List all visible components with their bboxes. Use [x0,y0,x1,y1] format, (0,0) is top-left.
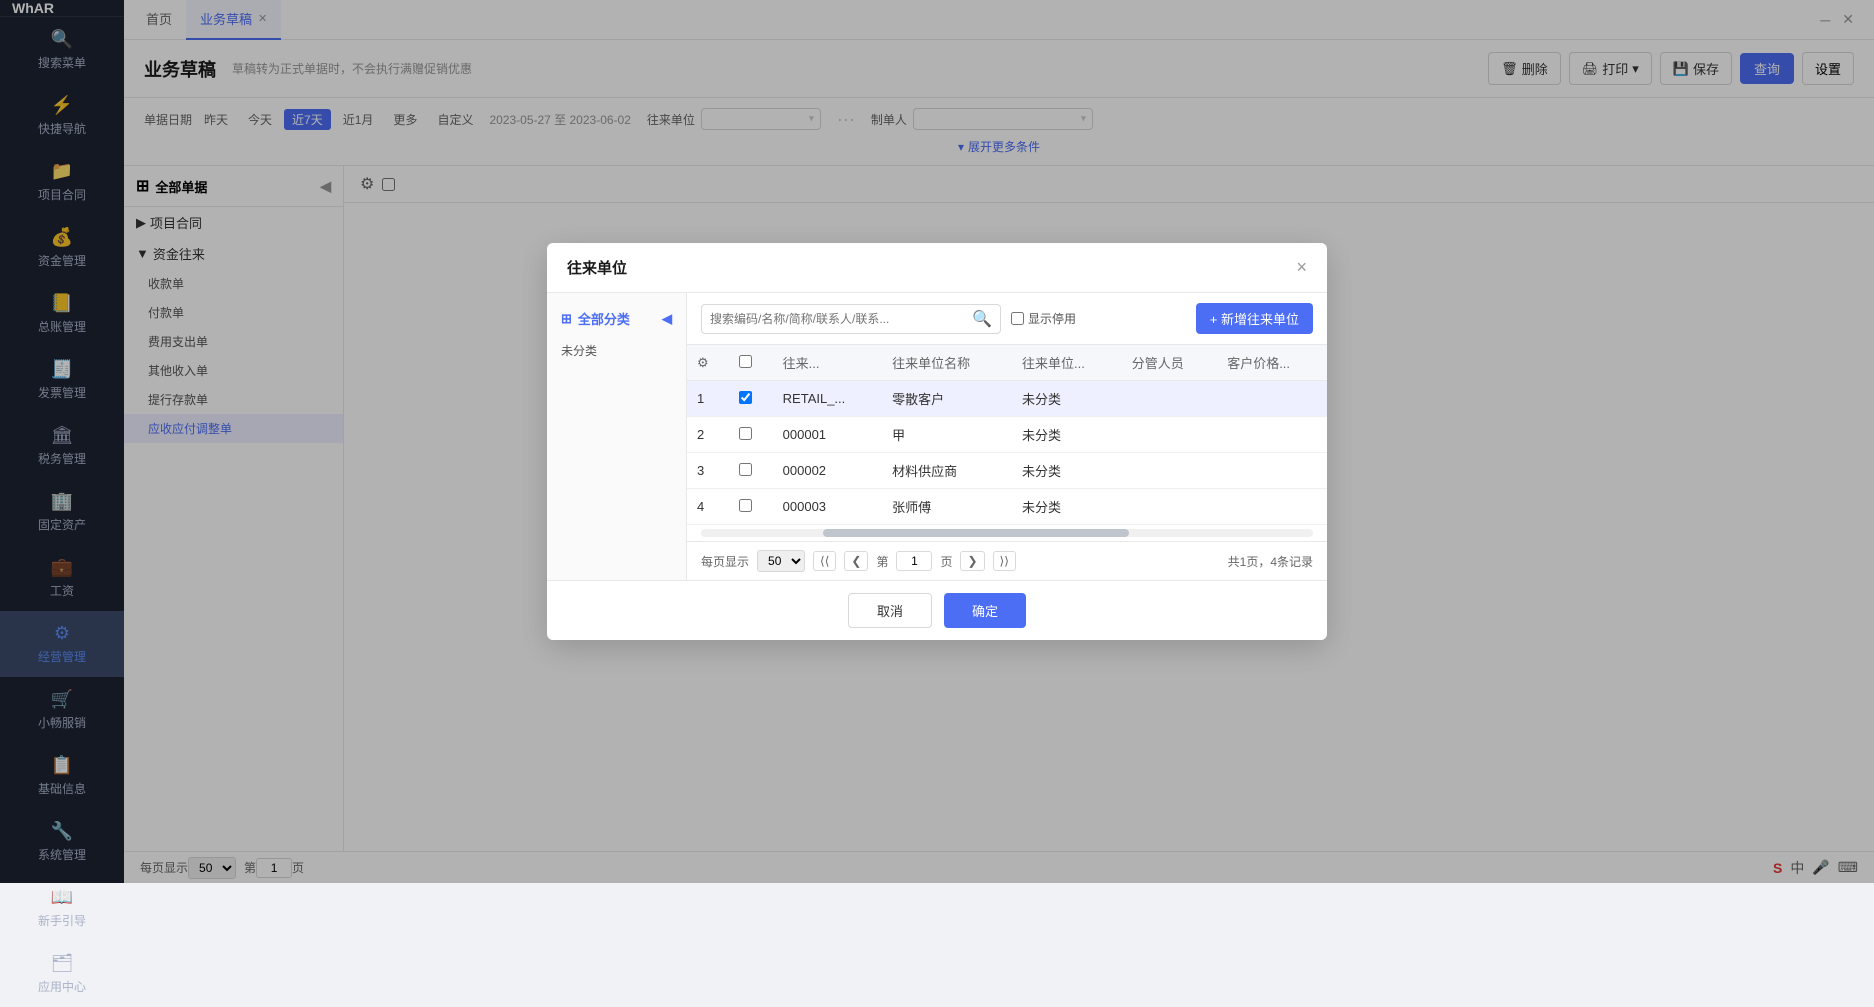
dialog-actions: 取消 确定 [547,580,1327,640]
row-price [1217,489,1327,525]
dialog-toolbar: 🔍 显示停用 + 新增往来单位 [687,293,1327,345]
row-code: 000001 [773,417,882,453]
row-checkbox [729,417,773,453]
page-label: 第 [876,553,888,570]
first-page-button[interactable]: ⟨⟨ [813,551,836,571]
dialog-search-icon[interactable]: 🔍 [972,309,992,329]
th-select [729,345,773,381]
table-row[interactable]: 2 000001 甲 未分类 [687,417,1327,453]
page-unit: 页 [940,553,952,570]
category-grid-icon: ⊞ [561,311,572,327]
row-manager [1122,417,1217,453]
row-checkbox [729,489,773,525]
row-name: 张师傅 [882,489,1012,525]
th-price: 客户价格... [1217,345,1327,381]
dialog-close-button[interactable]: × [1296,257,1307,278]
horizontal-scrollbar[interactable] [701,529,1313,537]
dialog-header: 往来单位 × [547,243,1327,293]
dialog-search-input[interactable] [710,312,966,326]
partner-dialog: 往来单位 × ⊞ 全部分类 ◀ 未分类 [547,243,1327,640]
row-price [1217,453,1327,489]
show-disabled-toggle: 显示停用 [1011,310,1076,327]
scrollbar-thumb [823,529,1129,537]
row-category: 未分类 [1012,381,1122,417]
row-seq: 1 [687,381,729,417]
th-category: 往来单位... [1012,345,1122,381]
sidebar-item-app-center[interactable]: 🗂 应用中心 [0,941,124,1007]
prev-page-button[interactable]: ❮ [844,551,868,571]
row-manager [1122,453,1217,489]
dialog-category-all[interactable]: ⊞ 全部分类 ◀ [547,301,686,336]
row-price [1217,381,1327,417]
row-seq: 4 [687,489,729,525]
th-code: 往来... [773,345,882,381]
row-select-checkbox[interactable] [739,427,752,440]
th-name: 往来单位名称 [882,345,1012,381]
th-settings: ⚙ [687,345,729,381]
row-category: 未分类 [1012,417,1122,453]
table-row[interactable]: 1 RETAIL_... 零散客户 未分类 [687,381,1327,417]
row-select-checkbox[interactable] [739,463,752,476]
dialog-select-all-checkbox[interactable] [739,355,752,368]
dialog-search-box: 🔍 [701,304,1001,334]
pagination-total: 共1页，4条记录 [1228,553,1313,570]
row-select-checkbox[interactable] [739,499,752,512]
row-checkbox [729,453,773,489]
row-name: 甲 [882,417,1012,453]
sidebar-item-newbie[interactable]: 📖 新手引导 [0,875,124,941]
row-select-checkbox[interactable] [739,391,752,404]
dialog-table: ⚙ 往来... 往来单位名称 往来单位... 分管人员 客户价格... [687,345,1327,525]
row-name: 零散客户 [882,381,1012,417]
partner-table: ⚙ 往来... 往来单位名称 往来单位... 分管人员 客户价格... [687,345,1327,525]
row-checkbox [729,381,773,417]
page-number-input[interactable] [896,551,932,571]
add-partner-button[interactable]: + 新增往来单位 [1196,303,1313,334]
dialog-overlay: 往来单位 × ⊞ 全部分类 ◀ 未分类 [0,0,1874,883]
show-disabled-checkbox[interactable] [1011,312,1024,325]
th-settings-icon: ⚙ [697,355,709,370]
newbie-icon: 📖 [51,887,73,908]
show-disabled-label: 显示停用 [1028,310,1076,327]
next-page-button[interactable]: ❯ [960,551,984,571]
confirm-button[interactable]: 确定 [944,593,1026,628]
dialog-main: 🔍 显示停用 + 新增往来单位 ⚙ [687,293,1327,580]
row-category: 未分类 [1012,489,1122,525]
table-header-row: ⚙ 往来... 往来单位名称 往来单位... 分管人员 客户价格... [687,345,1327,381]
row-price [1217,417,1327,453]
last-page-button[interactable]: ⟩⟩ [993,551,1016,571]
sidebar-item-label: 新手引导 [38,912,86,929]
table-row[interactable]: 4 000003 张师傅 未分类 [687,489,1327,525]
per-page-label: 每页显示 [701,553,749,570]
dialog-title: 往来单位 [567,257,627,278]
th-manager: 分管人员 [1122,345,1217,381]
row-manager [1122,381,1217,417]
row-seq: 3 [687,453,729,489]
row-seq: 2 [687,417,729,453]
dialog-pagination: 每页显示 50 ⟨⟨ ❮ 第 页 ❯ ⟩⟩ 共1页，4条记录 [687,541,1327,580]
table-row[interactable]: 3 000002 材料供应商 未分类 [687,453,1327,489]
row-code: 000003 [773,489,882,525]
cancel-button[interactable]: 取消 [848,593,932,628]
row-name: 材料供应商 [882,453,1012,489]
row-manager [1122,489,1217,525]
dialog-body: ⊞ 全部分类 ◀ 未分类 🔍 显示停用 [547,293,1327,580]
dialog-sidebar: ⊞ 全部分类 ◀ 未分类 [547,293,687,580]
app-center-icon: 🗂 [51,953,74,974]
row-category: 未分类 [1012,453,1122,489]
row-code: 000002 [773,453,882,489]
category-collapse-icon[interactable]: ◀ [662,311,672,327]
row-code: RETAIL_... [773,381,882,417]
per-page-select[interactable]: 50 [757,550,805,572]
dialog-category-unclassified[interactable]: 未分类 [547,336,686,365]
sidebar-item-label: 应用中心 [38,978,86,995]
